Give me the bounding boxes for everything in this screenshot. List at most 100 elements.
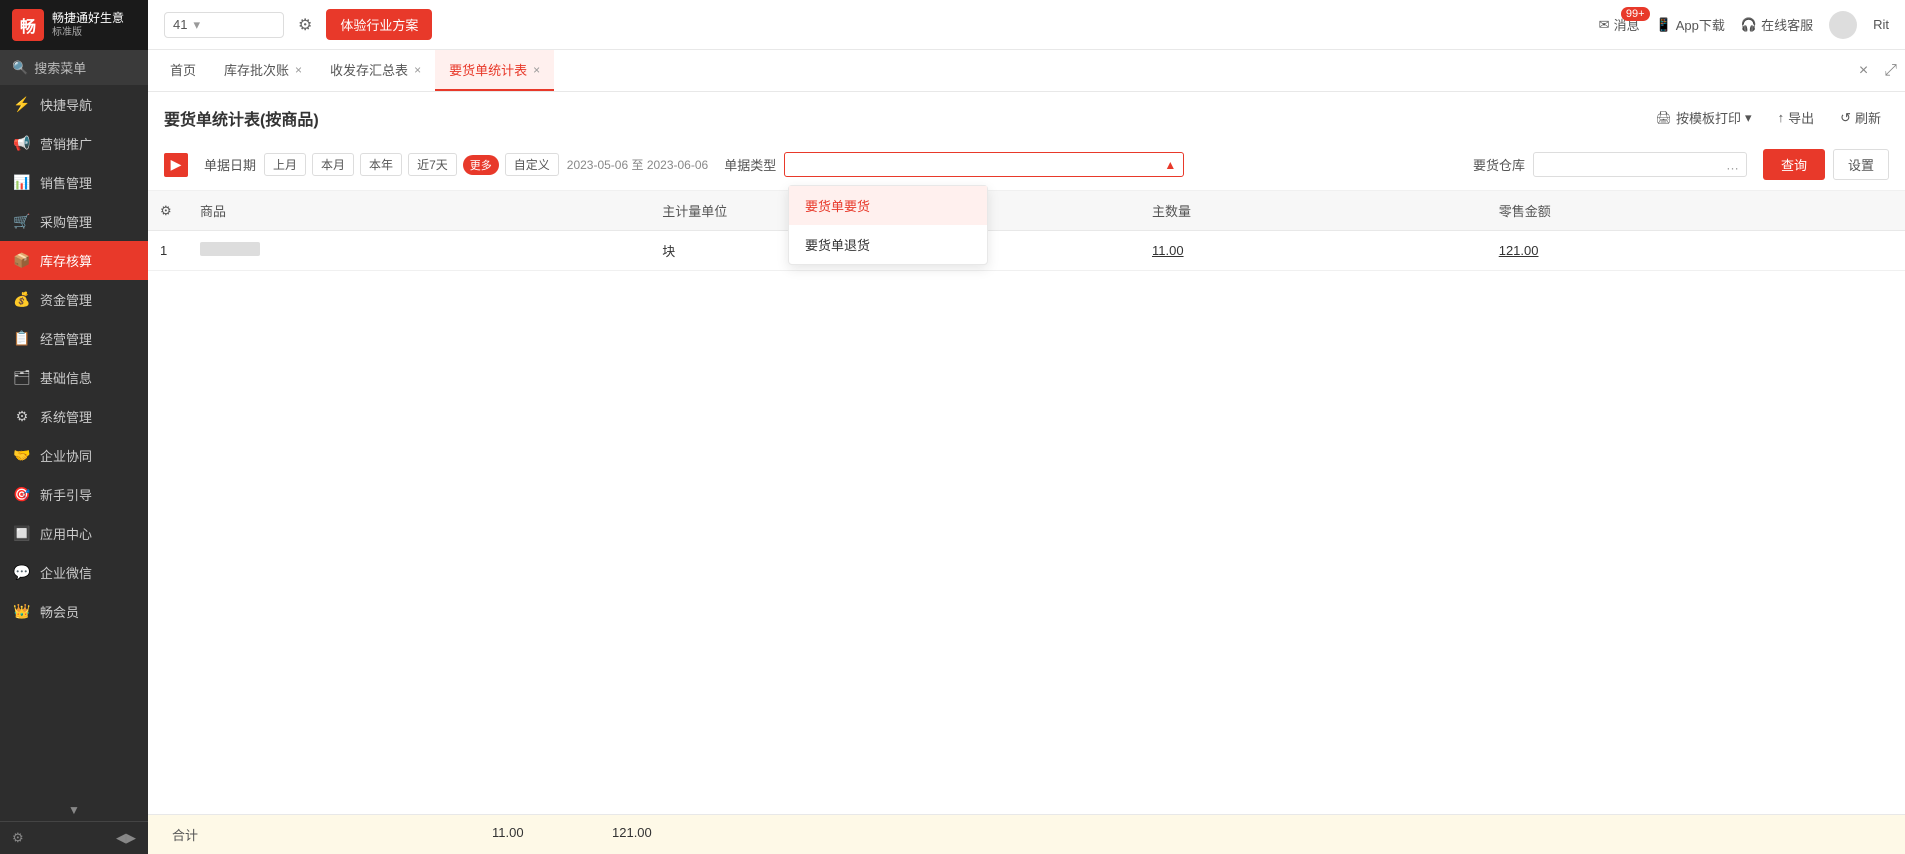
logo-icon: 畅 <box>12 9 44 41</box>
type-filter-arrow-icon[interactable]: ▲ <box>1164 158 1176 172</box>
amount-value[interactable]: 121.00 <box>1499 243 1539 258</box>
message-button[interactable]: ✉ 消息 99+ <box>1599 15 1640 34</box>
last-month-btn[interactable]: 上月 <box>264 153 306 176</box>
sidebar-item-member[interactable]: 👑 畅会员 <box>0 592 148 631</box>
sidebar-label-system: 系统管理 <box>40 407 92 426</box>
this-month-btn[interactable]: 本月 <box>312 153 354 176</box>
sidebar-item-appcenter[interactable]: 🔲 应用中心 <box>0 514 148 553</box>
query-btn[interactable]: 查询 <box>1763 149 1825 180</box>
table-row: 1 块 11.00 121.00 <box>148 231 1905 271</box>
quantity-value[interactable]: 11.00 <box>1152 243 1184 258</box>
sidebar-item-basic[interactable]: 🗂 基础信息 <box>0 358 148 397</box>
page-inner: 要货单统计表(按商品) 🖨 按模板打印 ▾ ↑ 导出 ↺ 刷新 <box>148 92 1905 854</box>
tab-receive-summary-close[interactable]: × <box>414 63 421 77</box>
tab-order-stats-close[interactable]: × <box>533 63 540 77</box>
settings-icon[interactable]: ⚙ <box>12 830 24 846</box>
sidebar-label-enterprise: 企业协同 <box>40 446 92 465</box>
col-amount: 零售金额 <box>1487 191 1905 231</box>
footer-amount: 121.00 <box>612 825 652 840</box>
dropdown-item-return[interactable]: 要货单退货 <box>789 225 987 264</box>
last-7-days-btn[interactable]: 近7天 <box>408 153 457 176</box>
tab-receive-summary[interactable]: 收发存汇总表 × <box>316 50 435 91</box>
sidebar-item-system[interactable]: ⚙ 系统管理 <box>0 397 148 436</box>
tab-home[interactable]: 首页 <box>156 50 210 91</box>
sidebar-label-finance: 资金管理 <box>40 290 92 309</box>
sidebar-item-marketing[interactable]: 📢 营销推广 <box>0 124 148 163</box>
filter-collapse-btn[interactable]: ▶ <box>164 153 188 177</box>
header-gear-btn[interactable]: ⚙ <box>294 11 316 39</box>
marketing-icon: 📢 <box>12 135 32 152</box>
sidebar-item-guide[interactable]: 🎯 新手引导 <box>0 475 148 514</box>
tab-inventory-batch-close[interactable]: × <box>295 63 302 77</box>
app-download-button[interactable]: 📱 App下载 <box>1656 15 1725 34</box>
settings-btn[interactable]: 设置 <box>1833 149 1889 180</box>
sidebar-item-finance[interactable]: 💰 资金管理 <box>0 280 148 319</box>
product-blur <box>200 242 260 256</box>
row-amount: 121.00 <box>1487 231 1905 271</box>
sidebar-label-member: 畅会员 <box>40 602 79 621</box>
sidebar-item-sales[interactable]: 📊 销售管理 <box>0 163 148 202</box>
sidebar-label-basic: 基础信息 <box>40 368 92 387</box>
refresh-btn[interactable]: ↺ 刷新 <box>1832 104 1889 131</box>
sidebar-item-quick-nav[interactable]: ⚡ 快捷导航 <box>0 85 148 124</box>
collapse-icon[interactable]: ◀▶ <box>116 830 136 846</box>
warehouse-filter-group: 要货仓库 … <box>1473 152 1747 177</box>
sidebar-scroll-down[interactable]: ▼ <box>0 799 148 821</box>
tab-order-stats[interactable]: 要货单统计表 × <box>435 50 554 91</box>
service-label: 在线客服 <box>1761 15 1813 34</box>
sidebar: 畅 畅捷通好生意 标准版 🔍 搜索菜单 ⚡ 快捷导航 📢 营销推广 📊 销售管理… <box>0 0 148 854</box>
sidebar-item-enterprise[interactable]: 🤝 企业协同 <box>0 436 148 475</box>
date-buttons: 上月 本月 本年 近7天 更多 自定义 <box>264 153 559 176</box>
warehouse-filter-input[interactable] <box>1533 152 1747 177</box>
tab-close-all-icon[interactable]: × <box>1851 54 1876 88</box>
app-logo: 畅 畅捷通好生意 标准版 <box>0 0 148 50</box>
warehouse-input-wrap: … <box>1533 152 1747 177</box>
industry-button[interactable]: 体验行业方案 <box>326 9 432 40</box>
type-filter-input[interactable] <box>784 152 1184 177</box>
store-selector[interactable]: 41 ▾ <box>164 12 284 38</box>
tab-expand-icon[interactable]: ⤢ <box>1876 54 1905 88</box>
sidebar-label-purchase: 采购管理 <box>40 212 92 231</box>
type-dropdown-menu: 要货单要货 要货单退货 <box>788 185 988 265</box>
user-avatar[interactable] <box>1829 11 1857 39</box>
app-download-label: App下载 <box>1676 15 1725 34</box>
table-area: ⚙ 商品 主计量单位 主数量 零售金额 1 <box>148 191 1905 543</box>
col-quantity: 主数量 <box>1140 191 1487 231</box>
dropdown-item-order[interactable]: 要货单要货 <box>789 186 987 225</box>
more-date-badge[interactable]: 更多 <box>463 155 499 175</box>
page-title: 要货单统计表(按商品) <box>164 106 319 130</box>
online-service-button[interactable]: 🎧 在线客服 <box>1741 15 1813 34</box>
export-btn[interactable]: ↑ 导出 <box>1770 104 1823 131</box>
sidebar-item-purchase[interactable]: 🛒 采购管理 <box>0 202 148 241</box>
export-icon: ↑ <box>1778 110 1785 125</box>
this-year-btn[interactable]: 本年 <box>360 153 402 176</box>
footer-label-cell: 合计 <box>160 825 380 844</box>
operations-icon: 📋 <box>12 330 32 347</box>
quick-nav-icon: ⚡ <box>12 96 32 113</box>
custom-date-btn[interactable]: 自定义 <box>505 153 559 176</box>
warehouse-dots-icon[interactable]: … <box>1726 157 1739 172</box>
print-template-btn[interactable]: 🖨 按模板打印 ▾ <box>1648 104 1760 131</box>
search-menu[interactable]: 🔍 搜索菜单 <box>0 50 148 85</box>
member-icon: 👑 <box>12 603 32 620</box>
footer-quantity-cell: 11.00 <box>480 825 600 844</box>
sidebar-footer: ⚙ ◀▶ <box>0 821 148 854</box>
sidebar-item-inventory[interactable]: 📦 库存核算 <box>0 241 148 280</box>
tab-home-label: 首页 <box>170 60 196 79</box>
refresh-icon: ↺ <box>1840 110 1851 126</box>
col-settings[interactable]: ⚙ <box>148 191 188 231</box>
system-icon: ⚙ <box>12 408 32 425</box>
print-icon: 🖨 <box>1656 110 1673 126</box>
tab-inventory-batch[interactable]: 库存批次账 × <box>210 50 316 91</box>
row-product <box>188 231 650 271</box>
export-label: 导出 <box>1788 108 1814 127</box>
sidebar-item-operations[interactable]: 📋 经营管理 <box>0 319 148 358</box>
inventory-icon: 📦 <box>12 252 32 269</box>
footer-cells: 合计 11.00 121.00 <box>160 825 1893 844</box>
tab-inventory-batch-label: 库存批次账 <box>224 60 289 79</box>
sidebar-label-quick-nav: 快捷导航 <box>40 95 92 114</box>
appcenter-icon: 🔲 <box>12 525 32 542</box>
page-actions: 🖨 按模板打印 ▾ ↑ 导出 ↺ 刷新 <box>1648 104 1890 131</box>
sidebar-item-wxwork[interactable]: 💬 企业微信 <box>0 553 148 592</box>
search-icon: 🔍 <box>12 60 28 76</box>
